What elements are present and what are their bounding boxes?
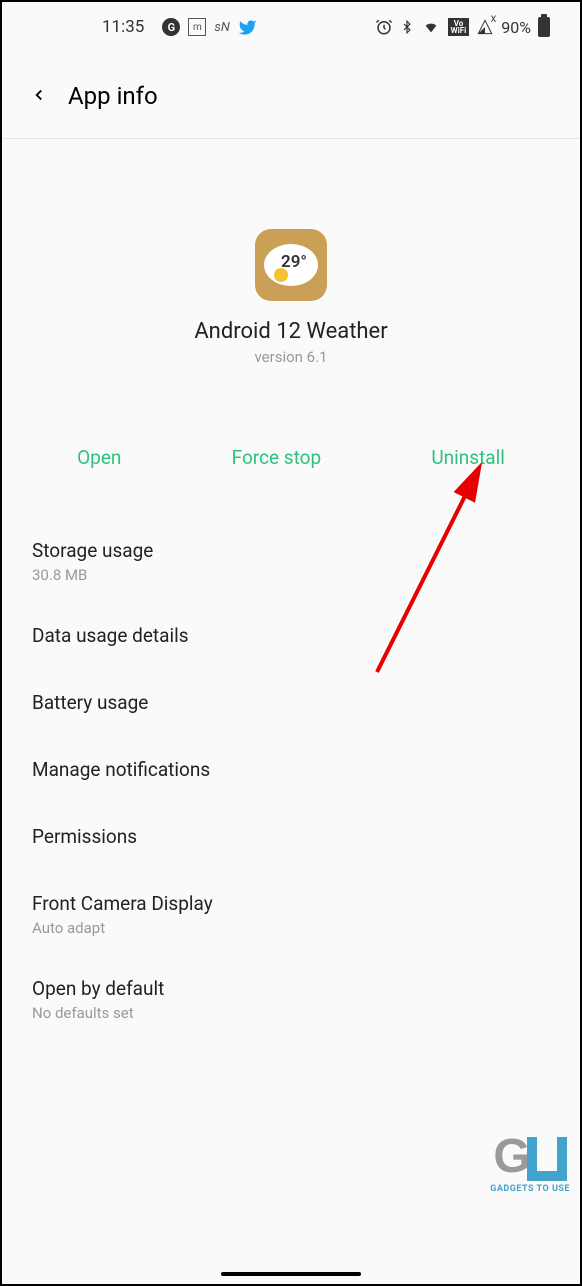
manage-notifications-item[interactable]: Manage notifications — [32, 738, 550, 805]
uninstall-button[interactable]: Uninstall — [431, 446, 505, 469]
force-stop-button[interactable]: Force stop — [232, 446, 321, 469]
alarm-icon — [375, 18, 393, 36]
status-bar: 11:35 G m sN VoWiFi X 90% — [2, 2, 580, 52]
header: App info — [2, 52, 580, 130]
signal-icon: X — [476, 19, 494, 35]
storage-usage-item[interactable]: Storage usage 30.8 MB — [32, 519, 550, 604]
wifi-icon — [421, 19, 441, 35]
settings-list: Storage usage 30.8 MB Data usage details… — [2, 519, 580, 1042]
bluetooth-icon — [400, 18, 414, 36]
navigation-bar[interactable] — [221, 1272, 361, 1276]
app-version: version 6.1 — [2, 348, 580, 366]
back-icon[interactable] — [30, 82, 48, 110]
notification-icon: sN — [214, 20, 230, 35]
google-icon: G — [162, 18, 180, 36]
open-by-default-item[interactable]: Open by default No defaults set — [32, 957, 550, 1042]
status-time: 11:35 — [102, 17, 144, 37]
action-row: Open Force stop Uninstall — [2, 406, 580, 519]
app-name: Android 12 Weather — [2, 319, 580, 344]
front-camera-item[interactable]: Front Camera Display Auto adapt — [32, 872, 550, 957]
sun-icon — [274, 268, 288, 282]
app-info-section: 29° Android 12 Weather version 6.1 — [2, 139, 580, 406]
permissions-item[interactable]: Permissions — [32, 805, 550, 872]
battery-usage-item[interactable]: Battery usage — [32, 671, 550, 738]
app-icon: 29° — [255, 229, 327, 301]
battery-icon — [538, 17, 550, 37]
battery-percentage: 90% — [501, 18, 531, 37]
open-button[interactable]: Open — [77, 446, 121, 469]
app-notification-icon: m — [188, 18, 206, 36]
watermark: G GADGETS TO USE — [490, 1133, 570, 1194]
twitter-icon — [238, 18, 257, 37]
vowifi-icon: VoWiFi — [448, 18, 470, 36]
page-title: App info — [68, 82, 158, 110]
data-usage-item[interactable]: Data usage details — [32, 604, 550, 671]
